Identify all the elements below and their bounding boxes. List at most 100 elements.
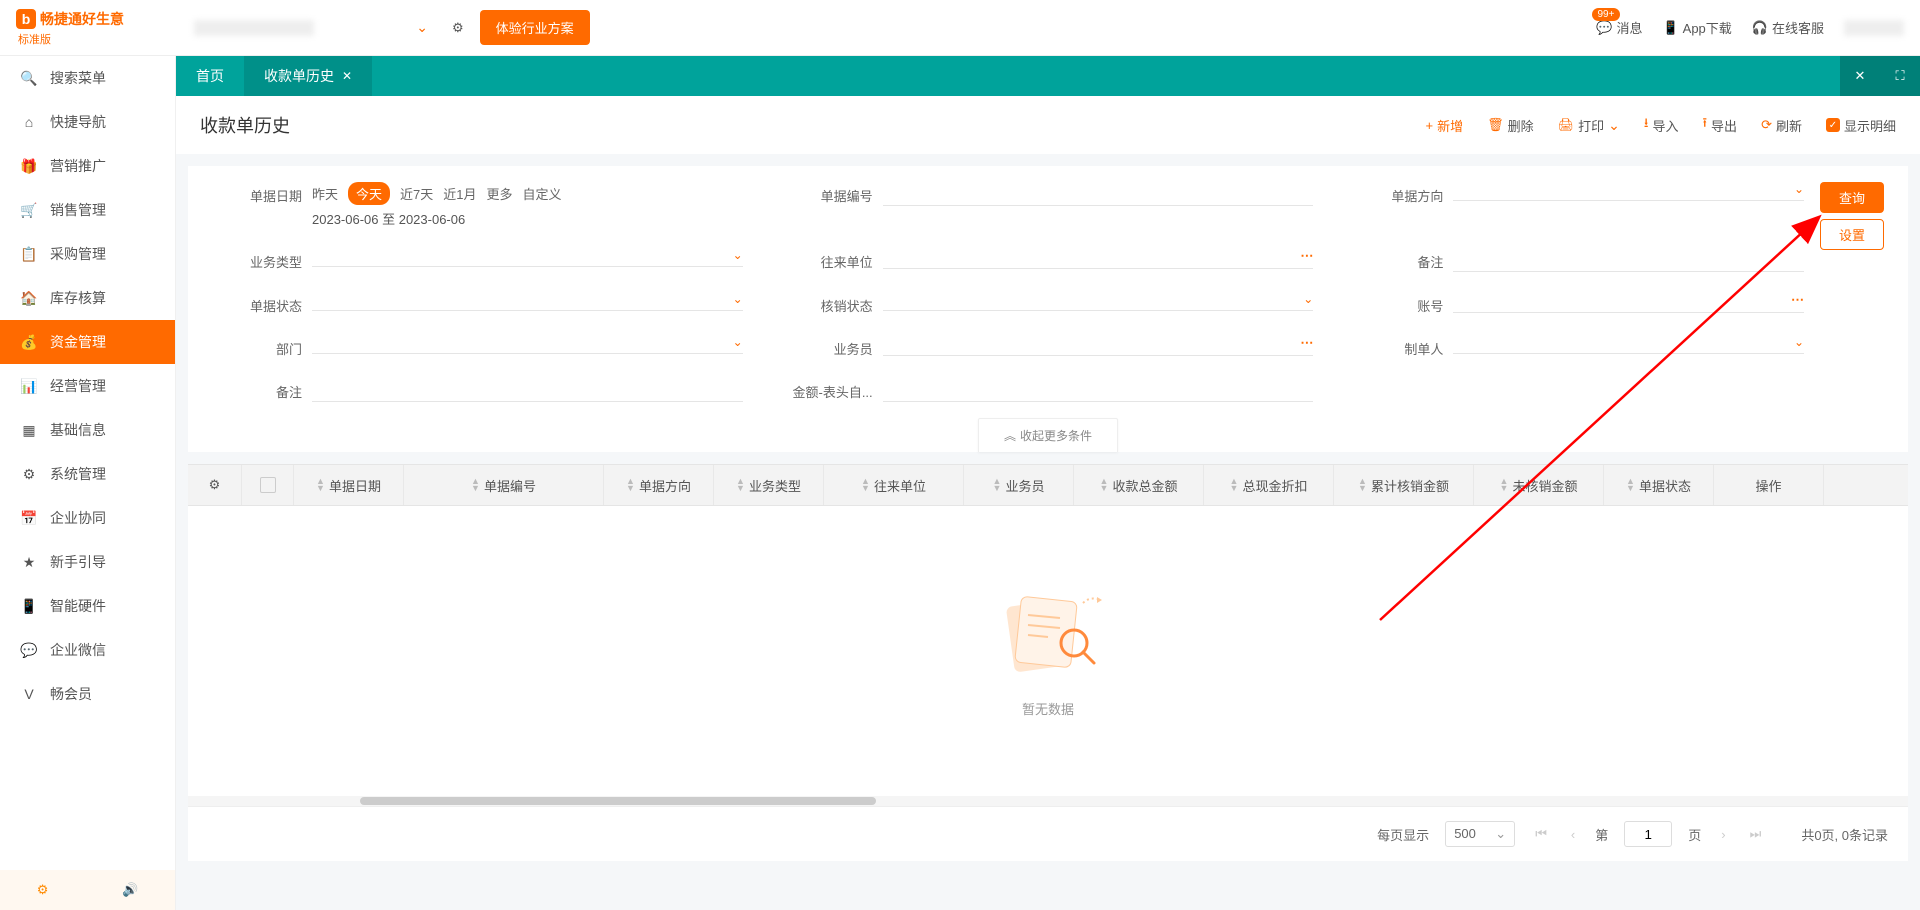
date-quick-1month[interactable]: 近1月	[443, 184, 476, 203]
table-col-11[interactable]: 操作	[1714, 465, 1824, 505]
sidebar-item-3[interactable]: 🛒销售管理	[0, 188, 175, 232]
salesman-lookup[interactable]: ⋯	[883, 335, 1314, 356]
remark2-input[interactable]	[312, 378, 743, 402]
online-service-link[interactable]: 🎧 在线客服	[1752, 18, 1824, 37]
sidebar-item-5[interactable]: 🏠库存核算	[0, 276, 175, 320]
last-page-button[interactable]: ⏭	[1746, 826, 1766, 842]
sidebar-item-2[interactable]: 🎁营销推广	[0, 144, 175, 188]
creator-select[interactable]: ⌄	[1453, 335, 1804, 354]
page-title: 收款单历史	[200, 112, 290, 138]
tab-1[interactable]: 收款单历史✕	[244, 56, 372, 96]
table-col-9[interactable]: ▲▼未核销金额	[1474, 465, 1604, 505]
sidebar-item-11[interactable]: ★新手引导	[0, 540, 175, 584]
next-page-button[interactable]: ›	[1717, 827, 1729, 842]
collapse-filters-button[interactable]: ︽ 收起更多条件	[978, 418, 1118, 452]
logo-edition: 标准版	[18, 31, 166, 47]
double-chevron-up-icon: ︽	[1004, 427, 1016, 444]
sidebar-item-10[interactable]: 📅企业协同	[0, 496, 175, 540]
chevron-down-icon: ⌄	[1794, 182, 1804, 196]
refresh-button[interactable]: ⟳刷新	[1761, 116, 1802, 135]
show-detail-toggle[interactable]: ✓显示明细	[1826, 116, 1896, 135]
table-col-0[interactable]: ▲▼单据日期	[294, 465, 404, 505]
table-col-4[interactable]: ▲▼往来单位	[824, 465, 964, 505]
account-lookup[interactable]: ⋯	[1453, 292, 1804, 313]
sidebar-item-0[interactable]: 🔍搜索菜单	[0, 56, 175, 100]
tab-bar: 首页收款单历史✕ ✕ ⛶	[176, 56, 1920, 96]
sidebar-item-6[interactable]: 💰资金管理	[0, 320, 175, 364]
date-quick-yesterday[interactable]: 昨天	[312, 184, 338, 203]
table-settings-column[interactable]: ⚙	[188, 465, 242, 505]
add-button[interactable]: +新增	[1426, 116, 1464, 135]
headset-icon: 🎧	[1752, 20, 1768, 36]
delete-button[interactable]: 🗑删除	[1487, 116, 1534, 135]
page-number-input[interactable]	[1624, 821, 1672, 847]
table-col-8[interactable]: ▲▼累计核销金额	[1334, 465, 1474, 505]
direction-select[interactable]: ⌄	[1453, 182, 1804, 201]
gear-icon[interactable]: ⚙	[452, 20, 464, 36]
amount-header-input[interactable]	[883, 378, 1314, 402]
doc-status-select[interactable]: ⌄	[312, 292, 743, 311]
sidebar-item-9[interactable]: ⚙系统管理	[0, 452, 175, 496]
query-button[interactable]: 查询	[1820, 182, 1884, 213]
horizontal-scrollbar[interactable]	[188, 796, 1908, 806]
sidebar-item-4[interactable]: 📋采购管理	[0, 232, 175, 276]
sidebar-icon: 🏠	[20, 289, 38, 307]
tab-close-all-button[interactable]: ✕	[1840, 56, 1880, 96]
sidebar-item-1[interactable]: ⌂快捷导航	[0, 100, 175, 144]
remark-input[interactable]	[1453, 248, 1804, 272]
select-all-column[interactable]	[242, 465, 294, 505]
user-name-blurred[interactable]	[1844, 20, 1904, 36]
table-col-7[interactable]: ▲▼总现金折扣	[1204, 465, 1334, 505]
import-button[interactable]: ⭳导入	[1644, 114, 1679, 136]
sort-icon: ▲▼	[993, 478, 1002, 492]
sidebar-item-7[interactable]: 📊经营管理	[0, 364, 175, 408]
biz-type-select[interactable]: ⌄	[312, 248, 743, 267]
footer-gear-icon[interactable]: ⚙	[37, 882, 49, 898]
sidebar-footer: ⚙ 🔊	[0, 870, 175, 910]
table-body-empty: 暂无数据	[188, 506, 1908, 796]
date-range-display[interactable]: 2023-06-06 至 2023-06-06	[312, 209, 743, 228]
table-col-6[interactable]: ▲▼收款总金额	[1074, 465, 1204, 505]
company-dropdown[interactable]: ⌄	[186, 19, 436, 36]
messages-badge: 99+	[1592, 8, 1621, 21]
messages-link[interactable]: 💬 消息 99+	[1596, 18, 1642, 37]
dept-select[interactable]: ⌄	[312, 335, 743, 354]
doc-no-input[interactable]	[883, 182, 1314, 206]
footer-speaker-icon[interactable]: 🔊	[122, 882, 138, 898]
experience-plan-button[interactable]: 体验行业方案	[480, 10, 590, 45]
sidebar-item-12[interactable]: 📱智能硬件	[0, 584, 175, 628]
app-download-link[interactable]: 📱 App下载	[1662, 18, 1731, 37]
table-col-5[interactable]: ▲▼业务员	[964, 465, 1074, 505]
table-col-3[interactable]: ▲▼业务类型	[714, 465, 824, 505]
sidebar-item-13[interactable]: 💬企业微信	[0, 628, 175, 672]
sidebar-icon: 📅	[20, 509, 38, 527]
tab-fullscreen-button[interactable]: ⛶	[1880, 56, 1920, 96]
table-col-2[interactable]: ▲▼单据方向	[604, 465, 714, 505]
filter-remark2: 备注	[212, 378, 743, 402]
prev-page-button[interactable]: ‹	[1567, 827, 1579, 842]
filter-amount-header: 金额-表头自...	[783, 378, 1314, 402]
table-col-10[interactable]: ▲▼单据状态	[1604, 465, 1714, 505]
first-page-button[interactable]: ⏮	[1531, 826, 1551, 842]
sidebar-label: 新手引导	[50, 552, 106, 572]
writeoff-status-select[interactable]: ⌄	[883, 292, 1314, 311]
export-button[interactable]: ⭱导出	[1702, 114, 1737, 136]
tab-0[interactable]: 首页	[176, 56, 244, 96]
date-quick-7days[interactable]: 近7天	[400, 184, 433, 203]
tab-close-icon[interactable]: ✕	[342, 69, 352, 83]
table-col-1[interactable]: ▲▼单据编号	[404, 465, 604, 505]
scrollbar-thumb[interactable]	[360, 797, 876, 805]
settings-button[interactable]: 设置	[1820, 219, 1884, 250]
sidebar-icon: 💬	[20, 641, 38, 659]
close-icon: ✕	[1855, 68, 1866, 84]
date-quick-more[interactable]: 更多	[487, 184, 513, 203]
print-button[interactable]: 🖨打印⌄	[1558, 116, 1620, 135]
sidebar-item-14[interactable]: V畅会员	[0, 672, 175, 716]
date-quick-custom[interactable]: 自定义	[523, 184, 562, 203]
partner-lookup[interactable]: ⋯	[883, 248, 1314, 269]
sidebar-label: 搜索菜单	[50, 68, 106, 88]
export-icon: ⭱	[1702, 114, 1707, 136]
date-quick-today[interactable]: 今天	[348, 182, 390, 205]
per-page-select[interactable]: 500⌄	[1445, 821, 1515, 847]
sidebar-item-8[interactable]: ▦基础信息	[0, 408, 175, 452]
